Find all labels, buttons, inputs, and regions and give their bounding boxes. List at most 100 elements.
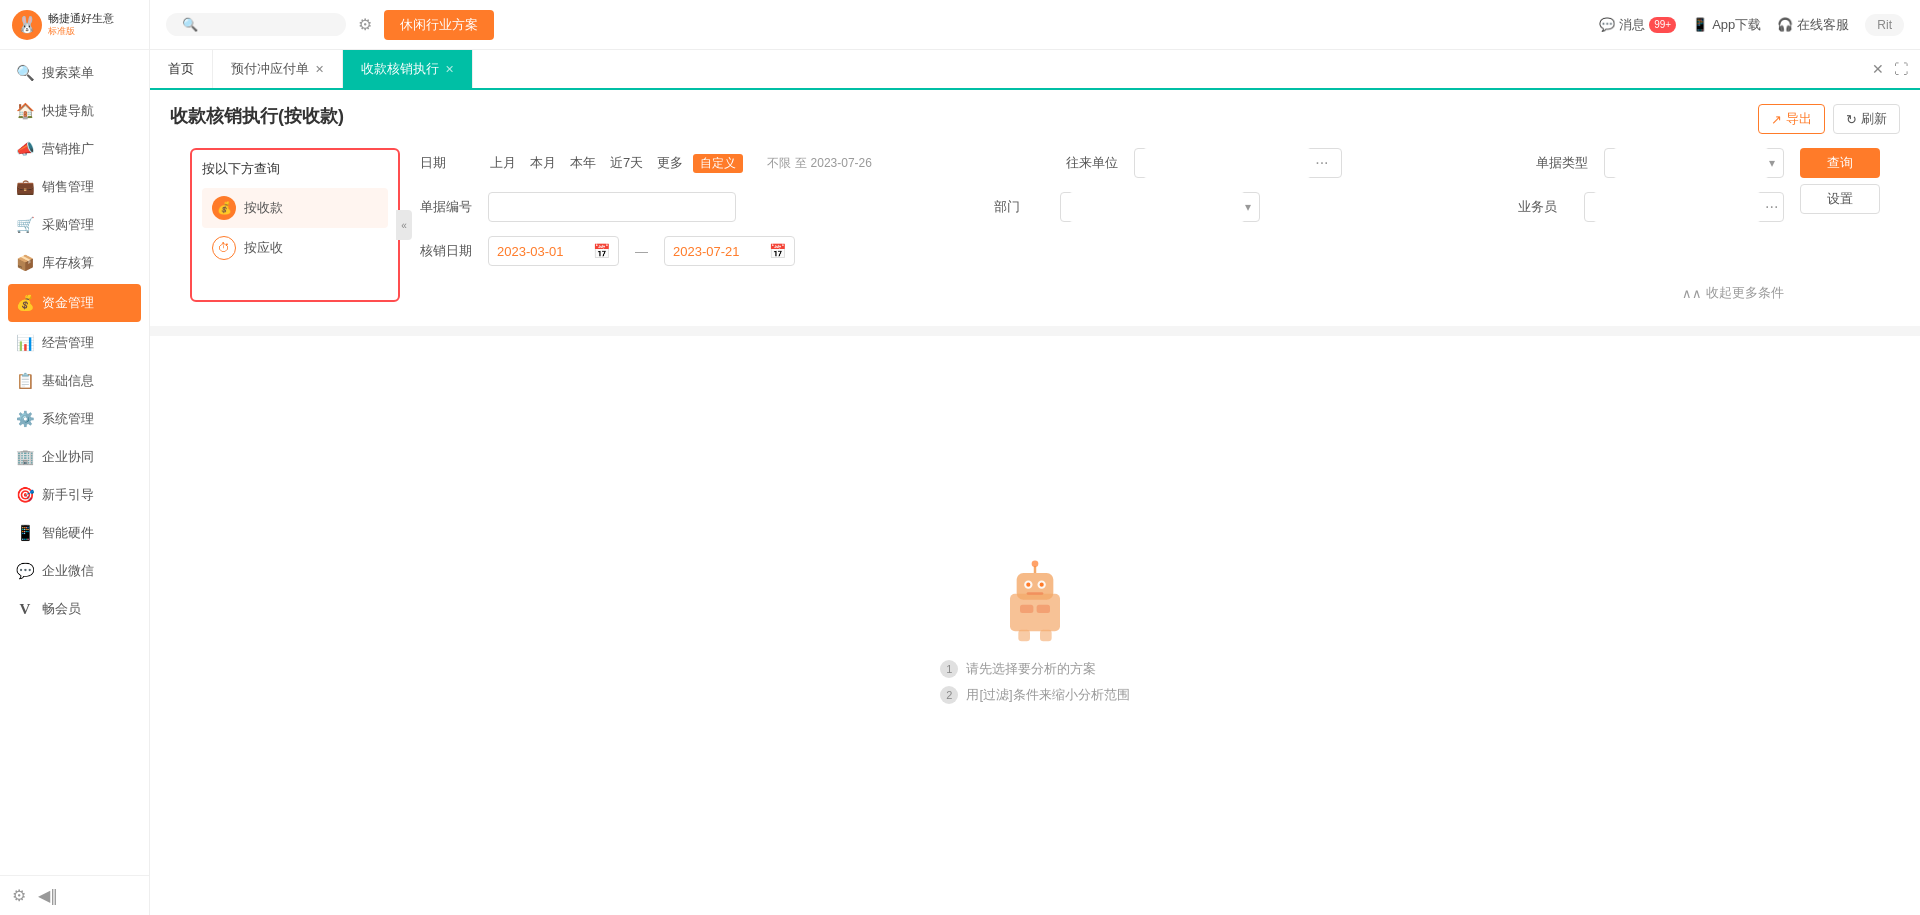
sidebar-item-member[interactable]: V 畅会员 bbox=[0, 590, 149, 628]
sidebar-item-guide[interactable]: 🎯 新手引导 bbox=[0, 476, 149, 514]
marketing-icon: 📣 bbox=[16, 140, 34, 158]
staff-label: 业务员 bbox=[1518, 198, 1568, 216]
doc-no-input[interactable] bbox=[488, 192, 736, 222]
topbar-gear-icon[interactable]: ⚙ bbox=[358, 15, 372, 34]
svg-rect-6 bbox=[1027, 592, 1044, 595]
app-download-icon: 📱 bbox=[1692, 17, 1708, 32]
sidebar-item-inventory[interactable]: 📦 库存核算 bbox=[0, 244, 149, 282]
message-icon: 💬 bbox=[1599, 17, 1615, 32]
app-download-button[interactable]: 📱 App下载 bbox=[1692, 16, 1761, 34]
topbar-search-box[interactable]: 🔍 bbox=[166, 13, 346, 36]
tab-receipt-close-icon[interactable]: ✕ bbox=[445, 63, 454, 76]
receivable-icon: ⏱ bbox=[212, 236, 236, 260]
staff-input[interactable] bbox=[1593, 192, 1761, 222]
sidebar-item-system[interactable]: ⚙️ 系统管理 bbox=[0, 400, 149, 438]
filter-by-receipt[interactable]: 💰 按收款 bbox=[202, 188, 388, 228]
empty-hint-2: 2 用[过滤]条件来缩小分析范围 bbox=[940, 686, 1129, 704]
main-area: 🔍 ⚙ 休闲行业方案 💬 消息 99+ 📱 App下载 🎧 在线客服 Rit bbox=[150, 0, 1920, 915]
filter-main: 日期 上月 本月 本年 近7天 更多 自定义 不限 至 bbox=[420, 148, 1880, 302]
basic-icon: 📋 bbox=[16, 372, 34, 390]
tab-expand-icon[interactable]: ⛶ bbox=[1894, 61, 1908, 77]
tab-prepay[interactable]: 预付冲应付单 ✕ bbox=[213, 50, 343, 88]
date-tag-custom[interactable]: 自定义 bbox=[693, 154, 743, 173]
sidebar-item-marketing[interactable]: 📣 营销推广 bbox=[0, 130, 149, 168]
home-icon: 🏠 bbox=[16, 102, 34, 120]
verify-date-end-input[interactable] bbox=[673, 244, 763, 259]
query-button[interactable]: 查询 bbox=[1800, 148, 1880, 178]
verify-date-end-cal-icon[interactable]: 📅 bbox=[769, 243, 786, 259]
tab-close-all-icon[interactable]: ✕ bbox=[1872, 61, 1884, 77]
sidebar-bottom: ⚙ ◀‖ bbox=[0, 875, 149, 915]
sidebar-item-hardware[interactable]: 📱 智能硬件 bbox=[0, 514, 149, 552]
export-icon: ↗ bbox=[1771, 112, 1782, 127]
verify-date-start-input[interactable] bbox=[497, 244, 587, 259]
solution-button[interactable]: 休闲行业方案 bbox=[384, 10, 494, 40]
date-btn-this-year[interactable]: 本年 bbox=[566, 152, 600, 174]
svg-point-12 bbox=[1032, 560, 1039, 567]
tab-prepay-close-icon[interactable]: ✕ bbox=[315, 63, 324, 76]
date-btn-more[interactable]: 更多 bbox=[653, 152, 687, 174]
doc-type-select[interactable] bbox=[1613, 148, 1769, 178]
counterparty-input[interactable] bbox=[1143, 148, 1311, 178]
dept-select[interactable] bbox=[1069, 192, 1245, 222]
guide-icon: 🎯 bbox=[16, 486, 34, 504]
export-button[interactable]: ↗ 导出 bbox=[1758, 104, 1825, 134]
sidebar-item-operation[interactable]: 📊 经营管理 bbox=[0, 324, 149, 362]
date-btn-last-month[interactable]: 上月 bbox=[486, 152, 520, 174]
filter-area: 按以下方查询 💰 按收款 ⏱ 按应收 « bbox=[170, 134, 1900, 316]
tab-home[interactable]: 首页 bbox=[150, 50, 213, 88]
filter-by-receivable[interactable]: ⏱ 按应收 bbox=[202, 228, 388, 268]
topbar-search-icon: 🔍 bbox=[182, 17, 198, 32]
user-menu[interactable]: Rit bbox=[1865, 14, 1904, 36]
date-no-limit: 不限 bbox=[767, 155, 791, 172]
sidebar-item-finance[interactable]: 💰 资金管理 bbox=[8, 284, 141, 322]
svg-rect-8 bbox=[1037, 604, 1050, 612]
sidebar-item-wechat[interactable]: 💬 企业微信 bbox=[0, 552, 149, 590]
refresh-button[interactable]: ↻ 刷新 bbox=[1833, 104, 1900, 134]
filter-row-3: 核销日期 📅 — 📅 bbox=[420, 236, 1784, 266]
tab-receipt[interactable]: 收款核销执行 ✕ bbox=[343, 50, 473, 88]
settings-bottom-icon[interactable]: ⚙ bbox=[12, 886, 26, 905]
svg-rect-7 bbox=[1020, 604, 1033, 612]
logo-text: 畅捷通好生意 bbox=[48, 11, 114, 25]
date-btn-this-month[interactable]: 本月 bbox=[526, 152, 560, 174]
member-icon: V bbox=[16, 601, 34, 618]
setting-button[interactable]: 设置 bbox=[1800, 184, 1880, 214]
inventory-icon: 📦 bbox=[16, 254, 34, 272]
logo-badge: 标准版 bbox=[48, 25, 114, 38]
finance-icon: 💰 bbox=[16, 294, 34, 312]
date-label: 日期 bbox=[420, 154, 470, 172]
online-service-button[interactable]: 🎧 在线客服 bbox=[1777, 16, 1849, 34]
dept-label: 部门 bbox=[994, 198, 1044, 216]
counterparty-more-icon[interactable]: ··· bbox=[1311, 154, 1332, 172]
hardware-icon: 📱 bbox=[16, 524, 34, 542]
doc-type-chevron-icon: ▾ bbox=[1769, 156, 1775, 170]
sidebar-logo: 🐰 畅捷通好生意 标准版 bbox=[0, 0, 149, 50]
verify-date-start-cal-icon[interactable]: 📅 bbox=[593, 243, 610, 259]
message-button[interactable]: 💬 消息 99+ bbox=[1599, 16, 1676, 34]
sidebar-item-search[interactable]: 🔍 搜索菜单 bbox=[0, 54, 149, 92]
collapse-more-btn[interactable]: ∧∧ 收起更多条件 bbox=[420, 284, 1784, 302]
enterprise-icon: 🏢 bbox=[16, 448, 34, 466]
empty-hints: 1 请先选择要分析的方案 2 用[过滤]条件来缩小分析范围 bbox=[940, 660, 1129, 704]
topbar-right: 💬 消息 99+ 📱 App下载 🎧 在线客服 Rit bbox=[1599, 14, 1904, 36]
filter-row-2: 单据编号 部门 ▾ 业务员 bbox=[420, 192, 1784, 222]
page-actions: ↗ 导出 ↻ 刷新 bbox=[1758, 104, 1900, 134]
content-area: 收款核销执行(按收款) ↗ 导出 ↻ 刷新 按以下方查询 💰 bbox=[150, 90, 1920, 915]
staff-more-icon[interactable]: ··· bbox=[1761, 198, 1782, 216]
verify-date-end-wrap: 📅 bbox=[664, 236, 795, 266]
sidebar-item-enterprise[interactable]: 🏢 企业协同 bbox=[0, 438, 149, 476]
sidebar-item-basic[interactable]: 📋 基础信息 bbox=[0, 362, 149, 400]
svg-point-4 bbox=[1026, 582, 1030, 586]
filter-panel-collapse[interactable]: « bbox=[396, 210, 412, 240]
filter-section: 按以下方查询 💰 按收款 ⏱ 按应收 « bbox=[150, 134, 1920, 326]
sidebar-item-sales[interactable]: 💼 销售管理 bbox=[0, 168, 149, 206]
service-icon: 🎧 bbox=[1777, 17, 1793, 32]
sidebar-item-purchase[interactable]: 🛒 采购管理 bbox=[0, 206, 149, 244]
date-btn-7days[interactable]: 近7天 bbox=[606, 152, 647, 174]
collapse-sidebar-icon[interactable]: ◀‖ bbox=[38, 886, 58, 905]
empty-illustration bbox=[985, 548, 1085, 648]
purchase-icon: 🛒 bbox=[16, 216, 34, 234]
sidebar-item-quick-nav[interactable]: 🏠 快捷导航 bbox=[0, 92, 149, 130]
svg-point-5 bbox=[1040, 582, 1044, 586]
